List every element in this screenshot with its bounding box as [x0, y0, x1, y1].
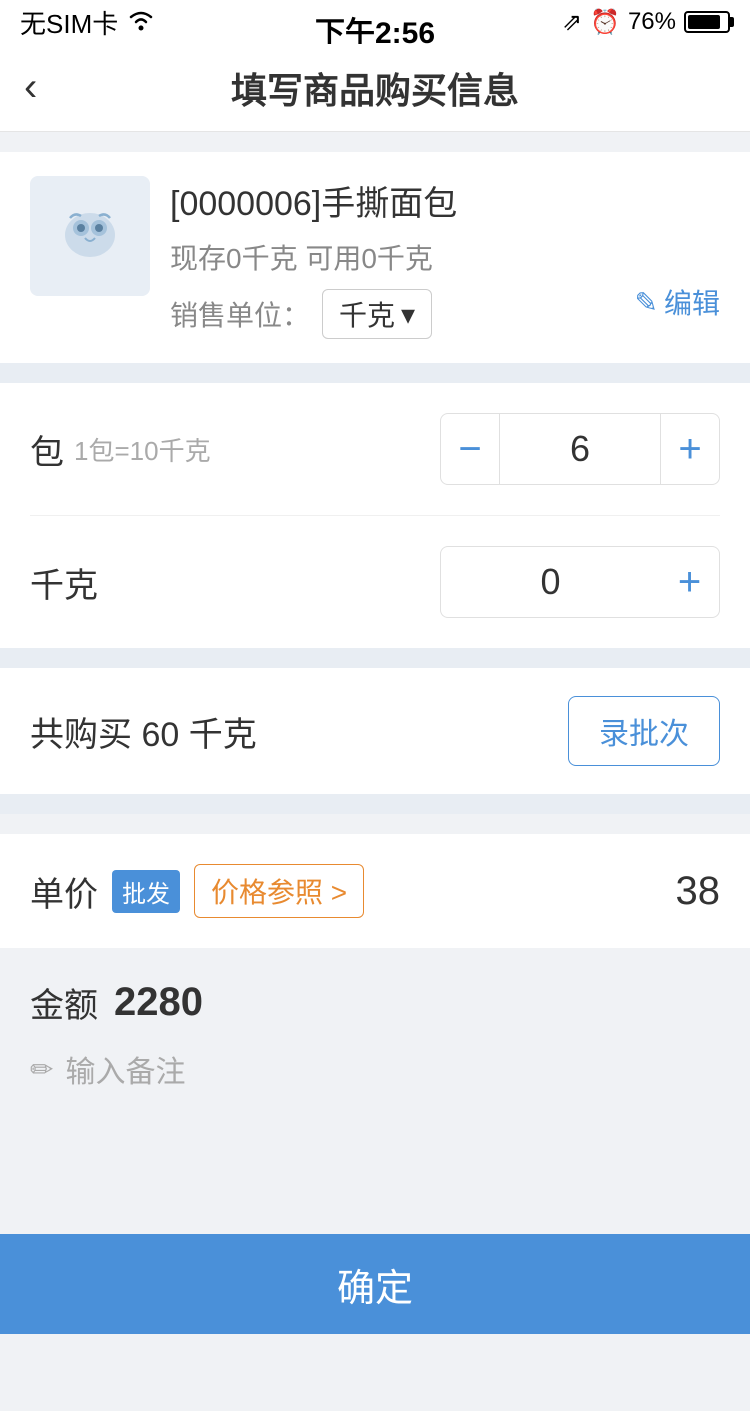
alarm-icon: ⏰ [590, 8, 620, 37]
unit-value: 千克 [339, 294, 395, 334]
kg-qty-input[interactable] [440, 546, 660, 618]
dropdown-icon: ▾ [401, 298, 415, 331]
kg-input-row: 千克 + [30, 516, 720, 648]
confirm-bar[interactable]: 确定 [0, 1234, 750, 1334]
battery-percent: 76% [628, 8, 676, 36]
edit-button[interactable]: ✎ 编辑 [635, 282, 720, 322]
note-row[interactable]: ✏ 输入备注 [30, 1047, 720, 1091]
price-row: 单价 批发 价格参照 > 38 [30, 864, 720, 918]
amount-value: 2280 [114, 980, 203, 1025]
total-text: 共购买 60 千克 [30, 707, 257, 756]
nav-bar: ‹ 填写商品购买信息 [0, 44, 750, 132]
page-title: 填写商品购买信息 [231, 62, 519, 114]
amount-section: 金额 2280 ✏ 输入备注 [0, 948, 750, 1111]
input-section: 包 1包=10千克 − + 千克 + [0, 383, 750, 648]
back-button[interactable]: ‹ [24, 65, 37, 110]
product-stock: 现存0千克 可用0千克 [170, 237, 720, 277]
kg-plus-button[interactable]: + [660, 546, 720, 618]
unit-selector[interactable]: 千克 ▾ [322, 289, 432, 339]
product-card: [0000006]手撕面包 现存0千克 可用0千克 销售单位： 千克 ▾ ✎ 编… [0, 152, 750, 363]
package-label: 包 1包=10千克 [30, 425, 211, 474]
price-label: 单价 [30, 867, 98, 916]
package-qty-control: − + [440, 413, 720, 485]
section-divider-1 [0, 363, 750, 383]
unit-label: 销售单位： [170, 294, 310, 334]
batch-button[interactable]: 录批次 [568, 696, 720, 766]
product-image [30, 176, 150, 296]
section-divider-3 [0, 794, 750, 814]
section-divider-2 [0, 648, 750, 668]
owl-icon [55, 200, 125, 272]
status-left: 无SIM卡 [20, 4, 156, 41]
price-ref-button[interactable]: 价格参照 > [194, 864, 364, 918]
package-qty-input[interactable] [500, 413, 660, 485]
price-value: 38 [676, 869, 721, 914]
package-minus-button[interactable]: − [440, 413, 500, 485]
confirm-text: 确定 [337, 1257, 413, 1312]
status-bar: 无SIM卡 下午2:56 ⇗ ⏰ 76% [0, 0, 750, 44]
total-row: 共购买 60 千克 录批次 [0, 668, 750, 794]
note-placeholder: 输入备注 [65, 1047, 185, 1091]
amount-row: 金额 2280 [30, 978, 720, 1027]
package-input-row: 包 1包=10千克 − + [30, 383, 720, 516]
amount-label: 金额 [30, 978, 98, 1027]
product-name: [0000006]手撕面包 [170, 176, 720, 225]
edit-label: 编辑 [664, 282, 720, 322]
kg-label: 千克 [30, 558, 98, 607]
package-label-text: 包 [30, 425, 64, 474]
kg-qty-control: + [440, 546, 720, 618]
price-left: 单价 批发 价格参照 > [30, 864, 364, 918]
status-right: ⇗ ⏰ 76% [562, 8, 730, 37]
package-plus-button[interactable]: + [660, 413, 720, 485]
carrier-text: 无SIM卡 [20, 4, 118, 41]
wifi-icon [126, 7, 156, 38]
pencil-icon: ✏ [30, 1053, 53, 1086]
package-sub-text: 1包=10千克 [74, 431, 211, 468]
price-section: 单价 批发 价格参照 > 38 [0, 834, 750, 948]
battery-icon [684, 11, 730, 33]
edit-icon: ✎ [635, 286, 658, 319]
price-tag: 批发 [112, 870, 180, 913]
location-icon: ⇗ [562, 8, 582, 37]
kg-label-text: 千克 [30, 558, 98, 607]
